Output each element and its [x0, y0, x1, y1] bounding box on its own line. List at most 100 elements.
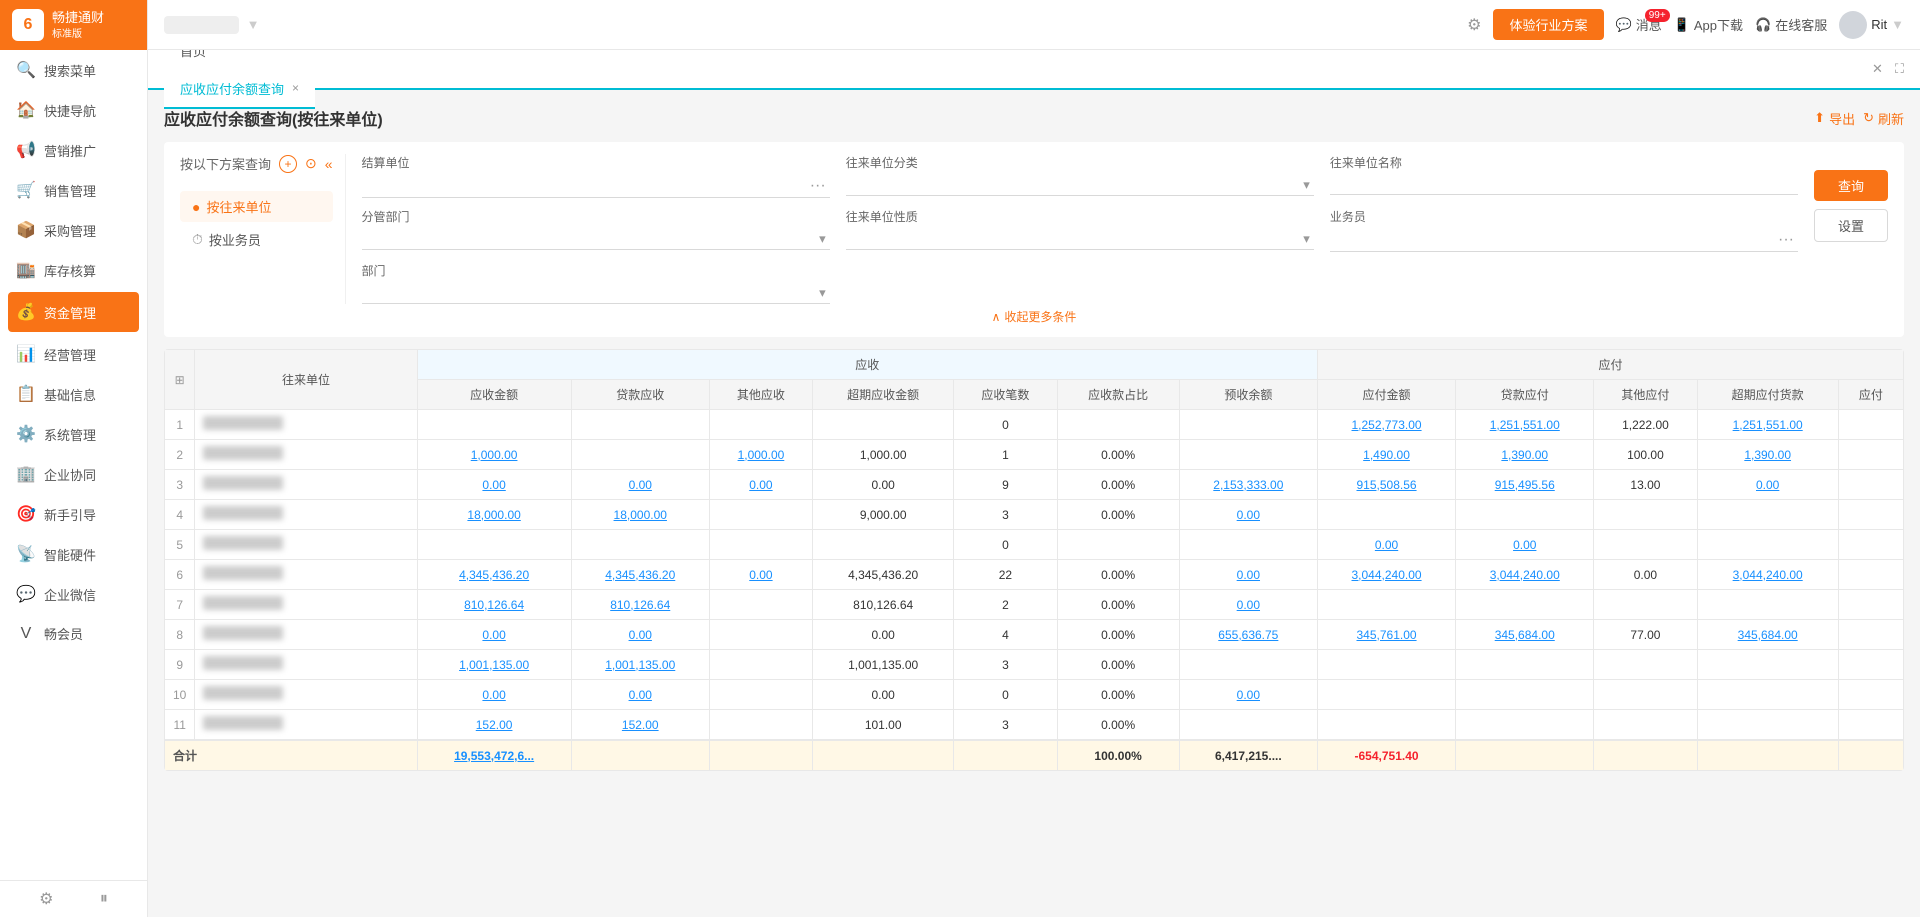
filter-add-button[interactable]: +: [279, 155, 297, 173]
table-cell[interactable]: 0.00: [1456, 530, 1594, 560]
sidebar-item-purchase[interactable]: 📦采购管理: [0, 210, 147, 250]
table-cell[interactable]: 655,636.75: [1179, 620, 1317, 650]
sidebar-collapse-icon[interactable]: ⏸: [100, 890, 108, 908]
table-cell[interactable]: 2,153,333.00: [1179, 470, 1317, 500]
table-cell[interactable]: 810,126.64: [417, 590, 571, 620]
table-cell[interactable]: 3,044,240.00: [1697, 560, 1838, 590]
partner-nature-chevron-icon[interactable]: ▾: [1303, 231, 1310, 247]
close-window-icon[interactable]: ✕: [1872, 61, 1883, 77]
table-column-settings-icon[interactable]: ⊞: [175, 373, 185, 387]
table-cell[interactable]: 3,044,240.00: [1317, 560, 1455, 590]
table-cell[interactable]: 0.00: [1697, 470, 1838, 500]
topbar-gear-icon[interactable]: ⚙: [1467, 15, 1481, 35]
export-button[interactable]: ⬆ 导出: [1814, 109, 1855, 128]
partner-category-input[interactable]: [850, 178, 1304, 193]
department-input[interactable]: [366, 286, 820, 301]
table-cell[interactable]: 0.00: [571, 680, 709, 710]
partner-name-input[interactable]: [1334, 177, 1794, 192]
row-number: 4: [165, 500, 195, 530]
table-cell[interactable]: 345,761.00: [1317, 620, 1455, 650]
table-cell[interactable]: 0.00: [1179, 560, 1317, 590]
table-cell[interactable]: 0.00: [1179, 680, 1317, 710]
table-cell[interactable]: 0.00: [571, 620, 709, 650]
system-icon: ⚙️: [16, 424, 36, 444]
app-download-btn[interactable]: 📱 App下载: [1674, 15, 1743, 34]
sidebar-settings-icon[interactable]: ⚙: [39, 889, 53, 909]
table-cell[interactable]: 4,345,436.20: [417, 560, 571, 590]
sidebar-item-newbie[interactable]: 🎯新手引导: [0, 494, 147, 534]
table-cell[interactable]: 0.00: [709, 560, 812, 590]
settlement-unit-input[interactable]: [366, 179, 810, 194]
dept-manager-input[interactable]: [366, 232, 820, 247]
collapse-more-button[interactable]: ∧ 收起更多条件: [992, 308, 1077, 325]
salesperson-input[interactable]: [1334, 233, 1778, 248]
sidebar-item-label: 企业协同: [44, 465, 96, 484]
table-cell[interactable]: 915,495.56: [1456, 470, 1594, 500]
table-cell[interactable]: 1,490.00: [1317, 440, 1455, 470]
table-cell[interactable]: 18,000.00: [417, 500, 571, 530]
table-cell[interactable]: 345,684.00: [1456, 620, 1594, 650]
maximize-window-icon[interactable]: ⛶: [1895, 61, 1904, 77]
sidebar-item-system[interactable]: ⚙️系统管理: [0, 414, 147, 454]
table-cell[interactable]: 1,000.00: [417, 440, 571, 470]
table-cell[interactable]: 0.00: [417, 680, 571, 710]
solution-button[interactable]: 体验行业方案: [1493, 9, 1603, 40]
filter-collapse-btn[interactable]: «: [325, 156, 333, 172]
table-cell[interactable]: 1,390.00: [1697, 440, 1838, 470]
settlement-unit-dots-icon[interactable]: ···: [810, 177, 826, 195]
table-cell[interactable]: 152.00: [571, 710, 709, 741]
sidebar-item-basic[interactable]: 📋基础信息: [0, 374, 147, 414]
table-cell[interactable]: 3,044,240.00: [1456, 560, 1594, 590]
table-cell[interactable]: 0.00: [709, 470, 812, 500]
table-cell[interactable]: 0.00: [1317, 530, 1455, 560]
sidebar-item-quick-nav[interactable]: 🏠快捷导航: [0, 90, 147, 130]
dept-manager-chevron-icon[interactable]: ▾: [819, 231, 826, 247]
total-ar-amount[interactable]: 19,553,472,6...: [417, 740, 571, 771]
sidebar-item-wechat[interactable]: 💬企业微信: [0, 574, 147, 614]
table-cell[interactable]: 152.00: [417, 710, 571, 741]
salesperson-dots-icon[interactable]: ···: [1778, 231, 1794, 249]
table-cell[interactable]: 1,001,135.00: [571, 650, 709, 680]
table-cell[interactable]: 0.00: [417, 470, 571, 500]
sidebar-item-search[interactable]: 🔍搜索菜单: [0, 50, 147, 90]
query-button[interactable]: 查询: [1814, 170, 1888, 201]
partner-nature-input[interactable]: [850, 232, 1304, 247]
tab-close-icon[interactable]: ×: [292, 81, 299, 95]
sidebar-item-enterprise[interactable]: 🏢企业协同: [0, 454, 147, 494]
filter-settings-button[interactable]: 设置: [1814, 209, 1888, 242]
table-cell[interactable]: 0.00: [571, 470, 709, 500]
table-cell[interactable]: 810,126.64: [571, 590, 709, 620]
sidebar-item-finance[interactable]: 💰资金管理: [8, 292, 139, 332]
table-cell[interactable]: 1,001,135.00: [417, 650, 571, 680]
table-cell[interactable]: 1,252,773.00: [1317, 410, 1455, 440]
table-cell[interactable]: 0.00: [1179, 590, 1317, 620]
col-ar-ratio: 应收款占比: [1057, 380, 1179, 410]
sidebar-item-member[interactable]: V畅会员: [0, 614, 147, 653]
table-cell[interactable]: 4,345,436.20: [571, 560, 709, 590]
message-btn[interactable]: 💬 消息 99+: [1616, 15, 1662, 34]
table-cell[interactable]: 0.00: [1179, 500, 1317, 530]
schema-nav-item-partner[interactable]: ● 按往来单位: [180, 191, 333, 222]
table-cell[interactable]: 915,508.56: [1317, 470, 1455, 500]
refresh-button[interactable]: ↻ 刷新: [1863, 109, 1904, 128]
table-cell[interactable]: 0.00: [417, 620, 571, 650]
sidebar-item-operation[interactable]: 📊经营管理: [0, 334, 147, 374]
sidebar-item-marketing[interactable]: 📢营销推广: [0, 130, 147, 170]
tab-ar-ap[interactable]: 应收应付余额查询×: [164, 69, 315, 109]
table-cell[interactable]: 1,251,551.00: [1697, 410, 1838, 440]
table-cell[interactable]: 18,000.00: [571, 500, 709, 530]
filter-scheme-btn[interactable]: ⊙: [305, 155, 317, 172]
partner-category-chevron-icon[interactable]: ▾: [1303, 177, 1310, 193]
sidebar-item-sales[interactable]: 🛒销售管理: [0, 170, 147, 210]
sidebar-item-hardware[interactable]: 📡智能硬件: [0, 534, 147, 574]
sidebar-item-label: 企业微信: [44, 585, 96, 604]
table-cell[interactable]: 1,390.00: [1456, 440, 1594, 470]
table-cell[interactable]: 1,251,551.00: [1456, 410, 1594, 440]
schema-nav-item-salesperson[interactable]: ⏱ 按业务员: [180, 224, 333, 255]
user-menu[interactable]: Rit ▼: [1839, 11, 1904, 39]
department-chevron-icon[interactable]: ▾: [819, 285, 826, 301]
table-cell[interactable]: 345,684.00: [1697, 620, 1838, 650]
online-service-btn[interactable]: 🎧 在线客服: [1755, 15, 1827, 34]
sidebar-item-inventory[interactable]: 🏬库存核算: [0, 250, 147, 290]
table-cell[interactable]: 1,000.00: [709, 440, 812, 470]
